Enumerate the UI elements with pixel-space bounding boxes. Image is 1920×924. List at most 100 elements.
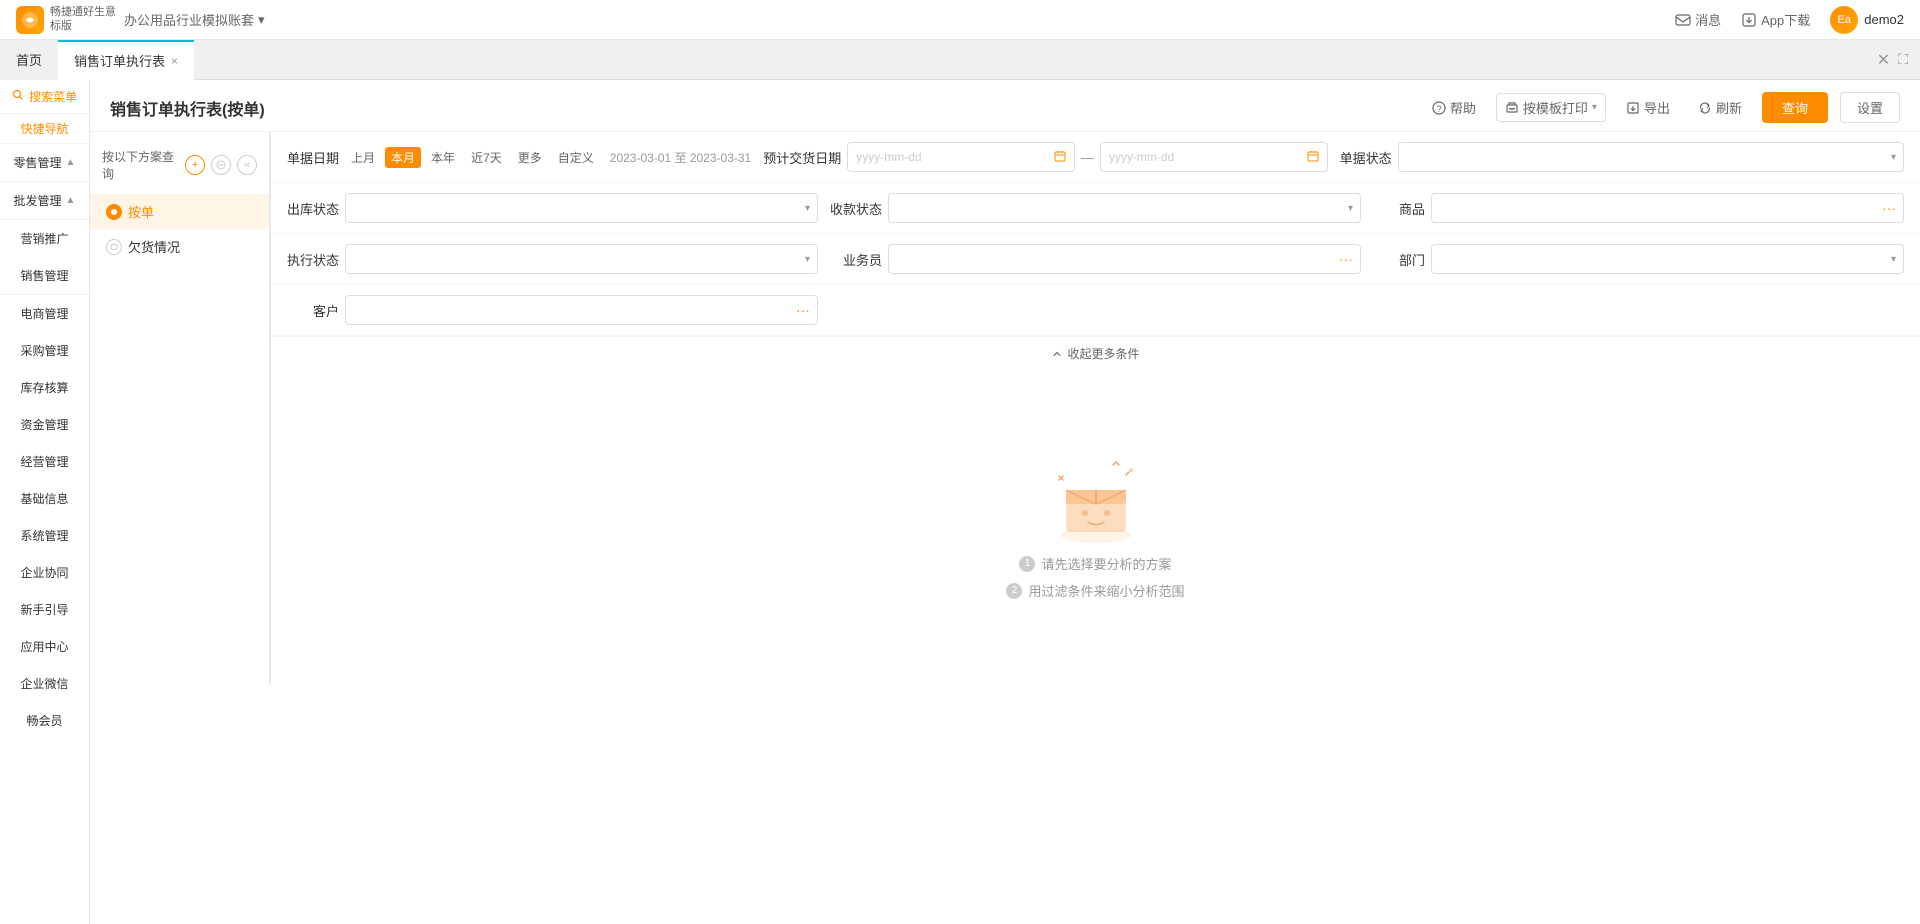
app-download-button[interactable]: App下载 xyxy=(1741,10,1810,29)
expected-date-from[interactable]: yyyy-mm-dd xyxy=(847,142,1075,172)
sidebar: 搜索菜单 快捷导航 零售管理 ▲ 批发管理 ▲ 营销推广 销售管理 xyxy=(0,80,90,924)
delivery-status-label: 出库状态 xyxy=(287,199,339,218)
date-tab-more[interactable]: 更多 xyxy=(512,147,548,168)
status-select-wrapper: 待确认 已确认 执行中 已完成 已取消 ▾ xyxy=(1398,142,1904,172)
execution-status-label: 执行状态 xyxy=(287,250,339,269)
search-button[interactable]: 查询 xyxy=(1762,92,1828,123)
execution-status-field: 执行状态 未开始 进行中 已完成 ▾ xyxy=(287,244,818,274)
tab-close-icon[interactable]: × xyxy=(171,54,178,68)
window-expand-icon[interactable]: ⛶ xyxy=(1898,51,1908,68)
expected-date-field: 预计交货日期 yyyy-mm-dd — yyyy-mm-dd xyxy=(763,142,1327,172)
date-range-text: 2023-03-01 至 2023-03-31 xyxy=(610,149,751,166)
expected-date-to[interactable]: yyyy-mm-dd xyxy=(1100,142,1328,172)
salesperson-input-wrapper: ··· xyxy=(888,244,1361,274)
settings-button[interactable]: 设置 xyxy=(1840,92,1900,123)
empty-state: 1 请先选择要分析的方案 2 用过滤条件来缩小分析范围 xyxy=(271,370,1920,684)
date-tab-this-month[interactable]: 本月 xyxy=(385,147,421,168)
date-tab-last-month[interactable]: 上月 xyxy=(345,147,381,168)
customer-input[interactable] xyxy=(345,295,818,325)
sidebar-item-wechat[interactable]: 企业微信 xyxy=(0,665,89,702)
filter-nav-dot-inactive xyxy=(106,239,122,255)
sidebar-item-marketing[interactable]: 营销推广 xyxy=(0,220,89,257)
collapse-scheme-button[interactable]: « xyxy=(237,155,257,175)
message-button[interactable]: 消息 xyxy=(1675,10,1721,29)
sidebar-search[interactable]: 搜索菜单 xyxy=(0,80,89,114)
template-print-arrow: ▾ xyxy=(1592,102,1597,113)
header-right: 消息 App下载 Ea demo2 xyxy=(1675,6,1904,34)
payment-status-field: 收款状态 未收款 部分收款 全部收款 ▾ xyxy=(830,193,1361,223)
sidebar-section-wholesale: 批发管理 ▲ xyxy=(0,182,89,220)
sidebar-item-sales[interactable]: 销售管理 xyxy=(0,257,89,294)
payment-status-select[interactable]: 未收款 部分收款 全部收款 xyxy=(888,193,1361,223)
sidebar-item-member[interactable]: 畅会员 xyxy=(0,702,89,739)
page-header-actions: ? 帮助 按模板打印 ▾ 导出 刷新 查询 设置 xyxy=(1424,92,1900,123)
filter-row-4: 客户 ··· xyxy=(271,285,1920,336)
sidebar-item-ecommerce[interactable]: 电商管理 xyxy=(0,295,89,332)
delivery-status-select-wrapper: 未出库 部分出库 全部出库 ▾ xyxy=(345,193,818,223)
filter-row-3: 执行状态 未开始 进行中 已完成 ▾ 业务员 xyxy=(271,234,1920,285)
sidebar-item-system[interactable]: 系统管理 xyxy=(0,517,89,554)
empty-illustration xyxy=(1041,450,1151,550)
status-select[interactable]: 待确认 已确认 执行中 已完成 已取消 xyxy=(1398,142,1904,172)
expected-date-label: 预计交货日期 xyxy=(763,148,841,167)
sidebar-section-marketing: 营销推广 销售管理 xyxy=(0,220,89,295)
tab-bar: 首页 销售订单执行表 × ✕ ⛶ xyxy=(0,40,1920,80)
sidebar-quick-nav[interactable]: 快捷导航 xyxy=(0,114,89,144)
collapse-filter-button[interactable]: 收起更多条件 xyxy=(271,336,1920,370)
customer-input-wrapper: ··· xyxy=(345,295,818,325)
tab-sales-order[interactable]: 销售订单执行表 × xyxy=(58,40,194,80)
filter-row-2: 出库状态 未出库 部分出库 全部出库 ▾ 收款状态 xyxy=(271,183,1920,234)
page-header: 销售订单执行表(按单) ? 帮助 按模板打印 ▾ 导出 刷新 xyxy=(90,80,1920,132)
template-print-button[interactable]: 按模板打印 ▾ xyxy=(1496,93,1606,122)
sidebar-item-retail[interactable]: 零售管理 ▲ xyxy=(0,144,89,181)
help-button[interactable]: ? 帮助 xyxy=(1424,94,1484,121)
payment-status-select-wrapper: 未收款 部分收款 全部收款 ▾ xyxy=(888,193,1361,223)
calendar-start-icon xyxy=(1054,150,1066,165)
sidebar-item-wholesale[interactable]: 批发管理 ▲ xyxy=(0,182,89,219)
sidebar-item-finance[interactable]: 资金管理 xyxy=(0,406,89,443)
filter-row-1: 单据日期 上月 本月 本年 近7天 更多 自定义 2023-03-01 至 20… xyxy=(271,132,1920,183)
filter-sidebar-title: 按以下方案查询 xyxy=(102,148,185,182)
department-select[interactable] xyxy=(1431,244,1904,274)
filter-form-area: 单据日期 上月 本月 本年 近7天 更多 自定义 2023-03-01 至 20… xyxy=(270,132,1920,684)
product-input-wrapper: ··· xyxy=(1431,193,1904,223)
product-label: 商品 xyxy=(1373,199,1425,218)
filter-nav-dot-active xyxy=(106,204,122,220)
logo-area: 畅捷通好生意 标版 xyxy=(16,6,116,34)
salesperson-input[interactable] xyxy=(888,244,1361,274)
sidebar-item-operations[interactable]: 经营管理 xyxy=(0,443,89,480)
delivery-status-select[interactable]: 未出库 部分出库 全部出库 xyxy=(345,193,818,223)
edit-scheme-button[interactable] xyxy=(211,155,231,175)
sidebar-item-purchase[interactable]: 采购管理 xyxy=(0,332,89,369)
page-title: 销售订单执行表(按单) xyxy=(110,96,265,120)
date-tab-custom[interactable]: 自定义 xyxy=(552,147,600,168)
sidebar-section-retail: 零售管理 ▲ xyxy=(0,144,89,182)
breadcrumb-arrow: ▾ xyxy=(258,12,265,28)
window-close-icon[interactable]: ✕ xyxy=(1877,50,1890,70)
filter-nav-item-by-order[interactable]: 按单 xyxy=(90,194,269,229)
filter-panel: 按以下方案查询 + « 按单 xyxy=(90,132,1920,684)
sidebar-item-collab[interactable]: 企业协同 xyxy=(0,554,89,591)
date-dash: — xyxy=(1081,150,1094,165)
product-field: 商品 ··· xyxy=(1373,193,1904,223)
customer-field: 客户 ··· xyxy=(287,295,818,325)
date-tab-7days[interactable]: 近7天 xyxy=(465,147,508,168)
product-input[interactable] xyxy=(1431,193,1904,223)
user-menu[interactable]: Ea demo2 xyxy=(1830,6,1904,34)
payment-status-label: 收款状态 xyxy=(830,199,882,218)
sidebar-item-guide[interactable]: 新手引导 xyxy=(0,591,89,628)
add-scheme-button[interactable]: + xyxy=(185,155,205,175)
date-tab-this-year[interactable]: 本年 xyxy=(425,147,461,168)
execution-status-select[interactable]: 未开始 进行中 已完成 xyxy=(345,244,818,274)
department-label: 部门 xyxy=(1373,250,1425,269)
sidebar-item-appstore[interactable]: 应用中心 xyxy=(0,628,89,665)
filter-nav-item-shortage[interactable]: 欠货情况 xyxy=(90,229,269,264)
export-button[interactable]: 导出 xyxy=(1618,94,1678,121)
breadcrumb-dropdown[interactable]: 办公用品行业模拟账套 ▾ xyxy=(124,10,265,29)
sidebar-item-inventory[interactable]: 库存核算 xyxy=(0,369,89,406)
refresh-button[interactable]: 刷新 xyxy=(1690,94,1750,121)
filter-sidebar-header: 按以下方案查询 + « xyxy=(90,144,269,186)
tab-home[interactable]: 首页 xyxy=(0,40,58,80)
svg-text:?: ? xyxy=(1436,104,1441,114)
sidebar-item-basic[interactable]: 基础信息 xyxy=(0,480,89,517)
